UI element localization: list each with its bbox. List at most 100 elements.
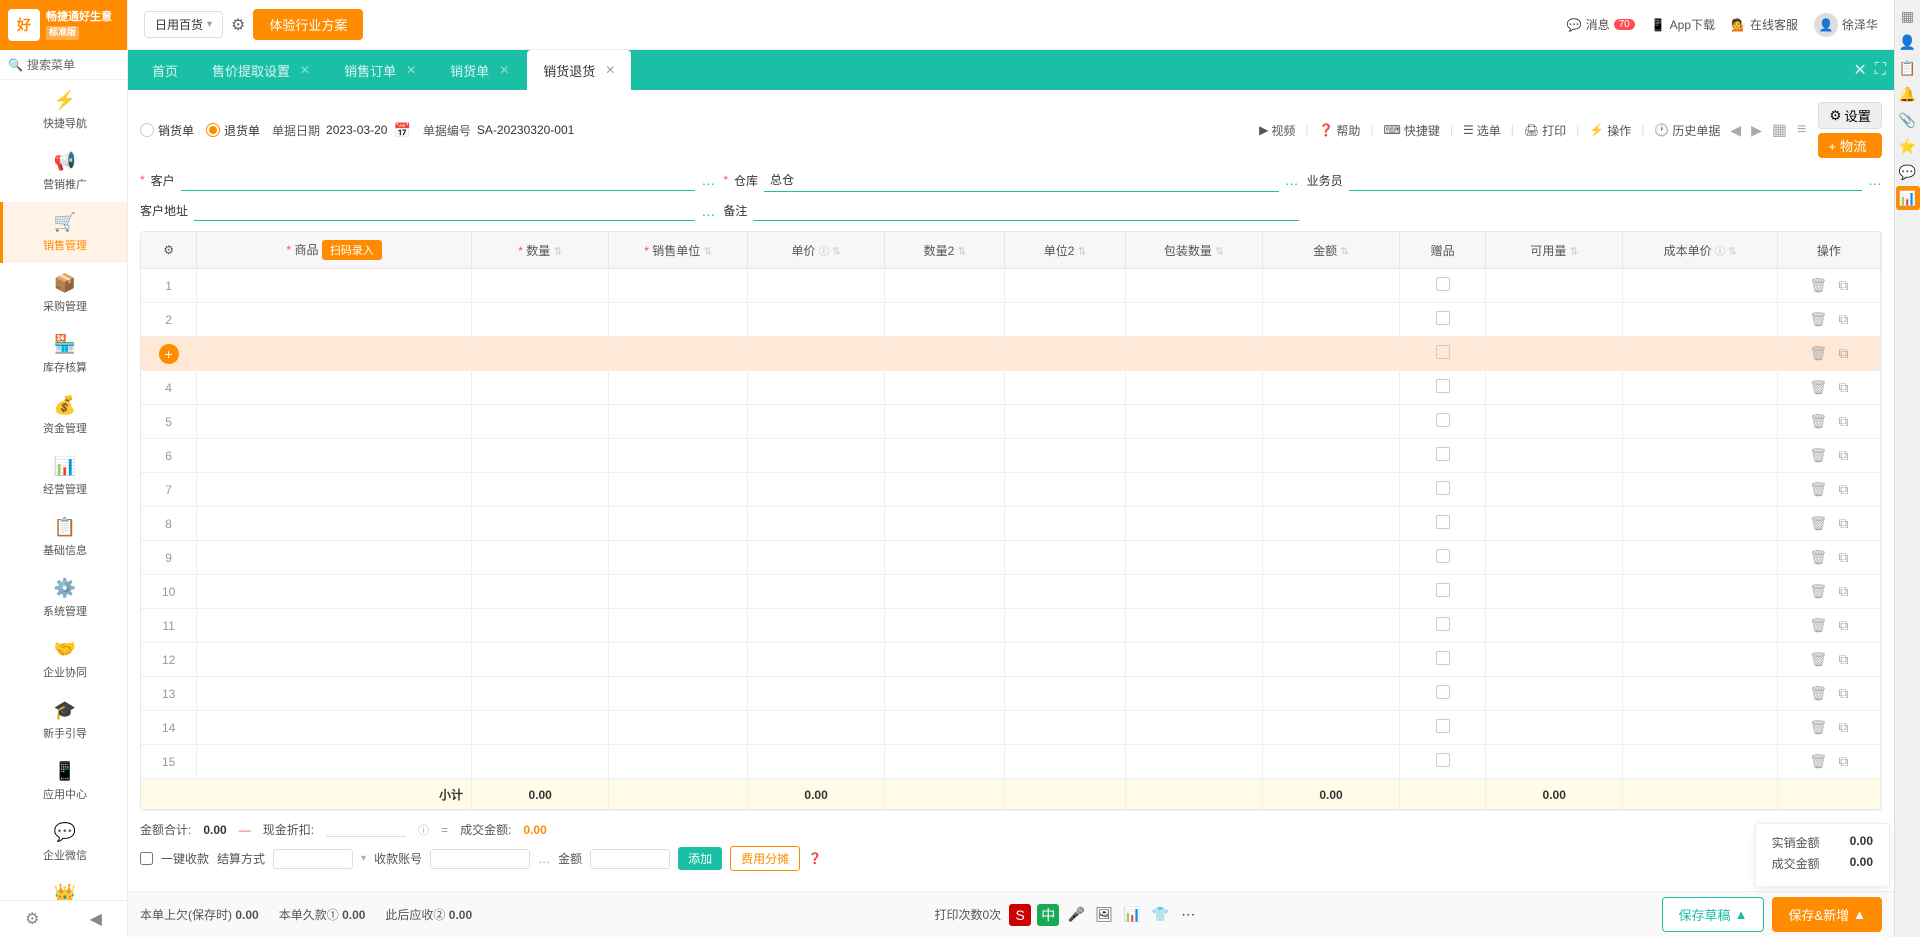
account-input[interactable] [430, 849, 530, 869]
cost-price-cell-10[interactable] [1623, 575, 1778, 609]
sale-unit-cell-11[interactable] [609, 609, 748, 643]
copy-btn-3[interactable]: ⧉ [1835, 343, 1853, 364]
gift-cell-10[interactable] [1400, 575, 1486, 609]
unit2-cell-5[interactable] [1005, 405, 1125, 439]
close-sale-order-tab[interactable]: ✕ [406, 63, 416, 77]
delete-btn-15[interactable]: 🗑 [1805, 751, 1831, 772]
price-sort-icon[interactable]: ⇅ [832, 246, 840, 257]
pack-qty-cell-5[interactable] [1125, 405, 1262, 439]
available-cell-2[interactable] [1486, 303, 1623, 337]
gift-cell-7[interactable] [1400, 473, 1486, 507]
prev-icon[interactable]: ◀ [1730, 122, 1741, 139]
qty2-cell-4[interactable] [885, 371, 1005, 405]
amount-cell-2[interactable] [1262, 303, 1399, 337]
pack-qty-cell-15[interactable] [1125, 745, 1262, 779]
available-cell-15[interactable] [1486, 745, 1623, 779]
unit2-cell-3[interactable] [1005, 337, 1125, 371]
amount-cell-6[interactable] [1262, 439, 1399, 473]
amount-cell-1[interactable] [1262, 269, 1399, 303]
unit2-cell-13[interactable] [1005, 677, 1125, 711]
gift-cell-6[interactable] [1400, 439, 1486, 473]
unit2-cell-11[interactable] [1005, 609, 1125, 643]
amount-cell-8[interactable] [1262, 507, 1399, 541]
qty2-cell-6[interactable] [885, 439, 1005, 473]
payment-amount-input[interactable] [590, 849, 670, 869]
cost-sort-icon[interactable]: ⇅ [1728, 246, 1736, 257]
copy-btn-9[interactable]: ⧉ [1835, 547, 1853, 568]
pack-qty-cell-11[interactable] [1125, 609, 1262, 643]
pack-sort-icon[interactable]: ⇅ [1215, 246, 1223, 257]
one-click-payment-checkbox[interactable] [140, 852, 153, 865]
add-row-btn[interactable]: + [159, 344, 179, 364]
cost-price-cell-14[interactable] [1623, 711, 1778, 745]
gift-cell-1[interactable] [1400, 269, 1486, 303]
pack-qty-cell-8[interactable] [1125, 507, 1262, 541]
unit-price-cell-2[interactable] [747, 303, 884, 337]
delete-btn-4[interactable]: 🗑 [1805, 377, 1831, 398]
add-logistics-button[interactable]: + 物流 [1818, 133, 1882, 158]
qty-cell-14[interactable] [471, 711, 608, 745]
gift-cell-9[interactable] [1400, 541, 1486, 575]
goods-cell-1[interactable] [197, 269, 472, 303]
goods-cell-3[interactable] [197, 337, 472, 371]
tab-sale-price[interactable]: 售价提取设置 ✕ [196, 50, 326, 90]
sidebar-item-purchase[interactable]: 📦 采购管理 [0, 263, 127, 324]
sidebar-item-operations[interactable]: 📊 经营管理 [0, 446, 127, 507]
right-panel-icon-5[interactable]: 📎 [1896, 108, 1920, 132]
qty2-cell-10[interactable] [885, 575, 1005, 609]
cost-price-cell-7[interactable] [1623, 473, 1778, 507]
delete-btn-8[interactable]: 🗑 [1805, 513, 1831, 534]
gift-checkbox-5[interactable] [1436, 413, 1450, 427]
goods-cell-6[interactable] [197, 439, 472, 473]
amount-cell-9[interactable] [1262, 541, 1399, 575]
amount-sort-icon[interactable]: ⇅ [1341, 246, 1349, 257]
user-avatar[interactable]: 👤 徐泽华 [1814, 13, 1878, 37]
sale-unit-sort-icon[interactable]: ⇅ [704, 246, 712, 257]
amount-cell-3[interactable] [1262, 337, 1399, 371]
amount-cell-4[interactable] [1262, 371, 1399, 405]
goods-cell-5[interactable] [197, 405, 472, 439]
delete-btn-10[interactable]: 🗑 [1805, 581, 1831, 602]
print-btn[interactable]: 🖨 打印 [1524, 122, 1566, 139]
gift-cell-12[interactable] [1400, 643, 1486, 677]
pack-qty-cell-4[interactable] [1125, 371, 1262, 405]
unit2-cell-4[interactable] [1005, 371, 1125, 405]
mic-icon[interactable]: 🎤 [1065, 904, 1087, 926]
online-service-item[interactable]: 💁 在线客服 [1731, 16, 1798, 33]
available-cell-3[interactable] [1486, 337, 1623, 371]
unit2-cell-10[interactable] [1005, 575, 1125, 609]
sale-unit-cell-4[interactable] [609, 371, 748, 405]
close-sale-price-tab[interactable]: ✕ [300, 63, 310, 77]
gift-checkbox-1[interactable] [1436, 277, 1450, 291]
cost-price-cell-3[interactable] [1623, 337, 1778, 371]
gift-cell-15[interactable] [1400, 745, 1486, 779]
pack-qty-cell-10[interactable] [1125, 575, 1262, 609]
settings-bottom-icon[interactable]: ⚙ [25, 909, 39, 929]
qty2-cell-15[interactable] [885, 745, 1005, 779]
cost-price-cell-9[interactable] [1623, 541, 1778, 575]
pack-qty-cell-12[interactable] [1125, 643, 1262, 677]
qty2-cell-2[interactable] [885, 303, 1005, 337]
unit2-cell-9[interactable] [1005, 541, 1125, 575]
gift-checkbox-15[interactable] [1436, 753, 1450, 767]
available-cell-14[interactable] [1486, 711, 1623, 745]
goods-cell-7[interactable] [197, 473, 472, 507]
video-btn[interactable]: ▶ 视频 [1259, 122, 1295, 139]
unit-price-cell-12[interactable] [747, 643, 884, 677]
pack-qty-cell-9[interactable] [1125, 541, 1262, 575]
goods-input-active[interactable] [203, 347, 465, 361]
right-panel-icon-2[interactable]: 👤 [1896, 30, 1920, 54]
sale-unit-cell-9[interactable] [609, 541, 748, 575]
sale-unit-cell-2[interactable] [609, 303, 748, 337]
address-input[interactable] [194, 200, 695, 221]
delete-btn-2[interactable]: 🗑 [1805, 309, 1831, 330]
sale-unit-cell-14[interactable] [609, 711, 748, 745]
pack-qty-cell-13[interactable] [1125, 677, 1262, 711]
goods-cell-12[interactable] [197, 643, 472, 677]
staff-picker-icon[interactable]: … [1868, 172, 1882, 188]
unit2-cell-14[interactable] [1005, 711, 1125, 745]
available-cell-12[interactable] [1486, 643, 1623, 677]
gift-checkbox-12[interactable] [1436, 651, 1450, 665]
gift-cell-11[interactable] [1400, 609, 1486, 643]
pack-qty-cell-2[interactable] [1125, 303, 1262, 337]
